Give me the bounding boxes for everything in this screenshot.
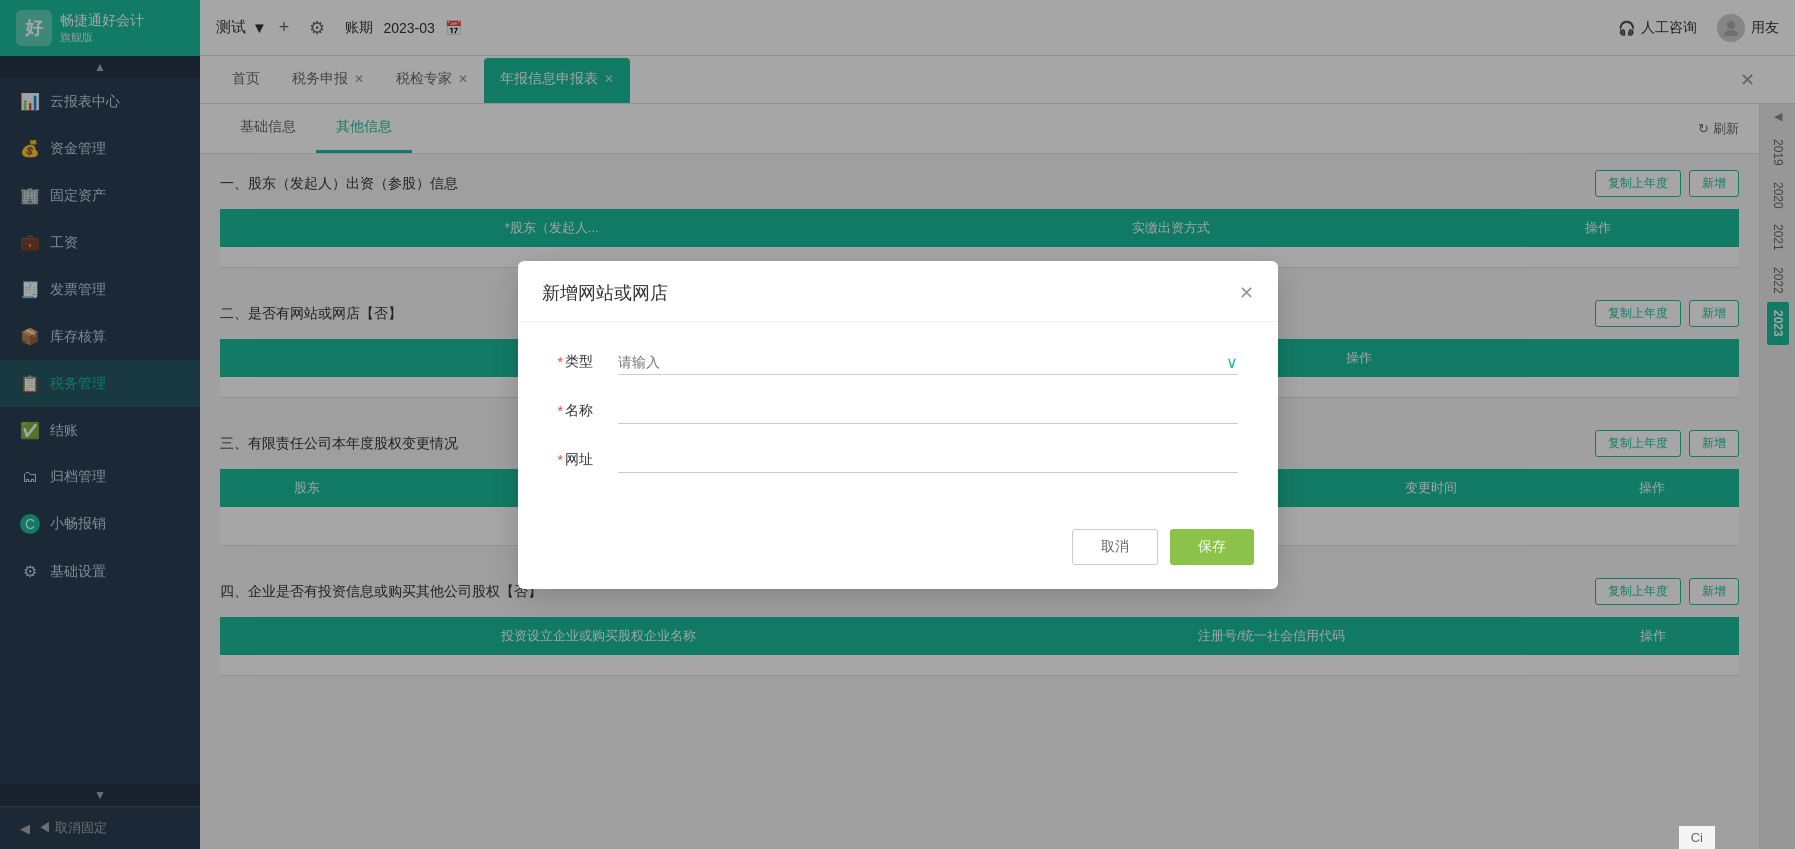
save-button[interactable]: 保存 [1170,529,1254,565]
form-row-type: * 类型 ∨ [558,350,1238,375]
name-label: * 名称 [558,402,618,420]
url-input[interactable] [618,448,1238,473]
url-label: * 网址 [558,451,618,469]
modal-body: * 类型 ∨ * 名称 * [518,322,1278,517]
ci-text: Ci [1679,826,1715,849]
type-label: * 类型 [558,353,618,371]
modal-header: 新增网站或网店 ✕ [518,261,1278,322]
form-row-url: * 网址 [558,448,1238,473]
modal-footer: 取消 保存 [518,517,1278,589]
type-input[interactable] [618,350,1238,375]
name-input-wrap [618,399,1238,424]
cancel-button[interactable]: 取消 [1072,529,1158,565]
add-website-modal: 新增网站或网店 ✕ * 类型 ∨ * 名称 [518,261,1278,589]
type-input-wrap: ∨ [618,350,1238,375]
url-input-wrap [618,448,1238,473]
modal-close-button[interactable]: ✕ [1239,282,1254,304]
form-row-name: * 名称 [558,399,1238,424]
modal-title: 新增网站或网店 [542,281,668,305]
modal-overlay[interactable]: 新增网站或网店 ✕ * 类型 ∨ * 名称 [0,0,1795,849]
name-input[interactable] [618,399,1238,424]
